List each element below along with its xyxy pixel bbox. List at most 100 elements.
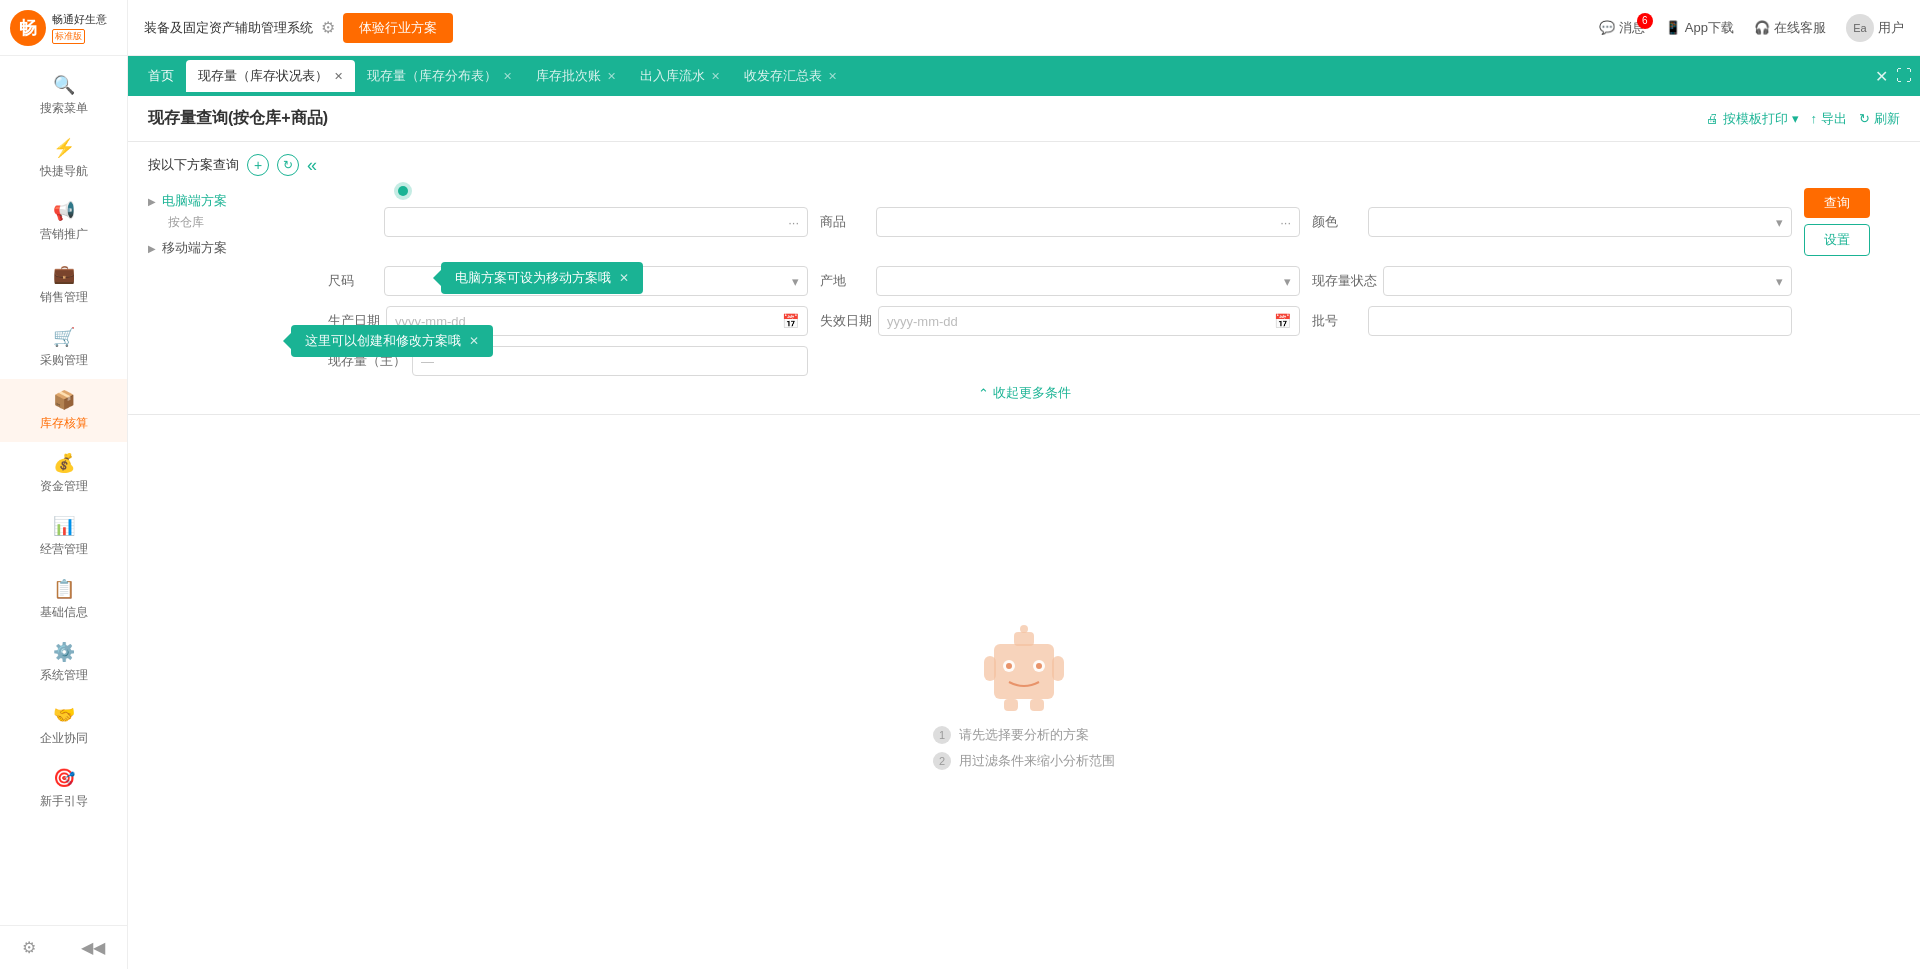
- tab-close-inout-flow[interactable]: ✕: [711, 70, 720, 83]
- basic-icon: 📋: [53, 578, 75, 600]
- svg-rect-3: [1004, 699, 1018, 711]
- warehouse-input-wrapper[interactable]: ···: [384, 207, 808, 237]
- origin-field: 产地 ▾: [820, 266, 1300, 296]
- operation-icon: 📊: [53, 515, 75, 537]
- sidebar-item-newbie[interactable]: 🎯 新手引导: [0, 757, 127, 820]
- sidebar-logo: 畅 畅通好生意 标准版: [0, 0, 127, 56]
- goods-label: 商品: [820, 213, 870, 231]
- topbar: 装备及固定资产辅助管理系统 ⚙ 体验行业方案 💬 消息 6 📱 App下载 🎧 …: [128, 0, 1920, 56]
- empty-state: 1 请先选择要分析的方案 2 用过滤条件来缩小分析范围: [128, 415, 1920, 969]
- sidebar-item-inventory[interactable]: 📦 库存核算: [0, 379, 127, 442]
- topbar-app-download[interactable]: 📱 App下载: [1665, 19, 1734, 37]
- tab-inventory-status[interactable]: 现存量（库存状况表） ✕: [186, 60, 355, 92]
- sidebar-item-purchase[interactable]: 🛒 采购管理: [0, 316, 127, 379]
- sidebar-item-operation[interactable]: 📊 经营管理: [0, 505, 127, 568]
- color-select-wrapper[interactable]: ▾: [1368, 207, 1792, 237]
- svg-point-7: [1006, 663, 1012, 669]
- empty-svg: [964, 614, 1084, 714]
- message-badge: 6: [1637, 13, 1653, 29]
- scheme-desktop[interactable]: ▶ 电脑端方案: [148, 188, 308, 214]
- reset-button[interactable]: 设置: [1804, 224, 1870, 256]
- collapse-button[interactable]: ⌃ 收起更多条件: [148, 376, 1900, 406]
- tab-batch-ledger[interactable]: 库存批次账 ✕: [524, 60, 628, 92]
- page-actions: 🖨 按模板打印 ▾ ↑ 导出 ↻ 刷新: [1706, 110, 1901, 128]
- sidebar-item-search[interactable]: 🔍 搜索菜单: [0, 64, 127, 127]
- filter-back-button[interactable]: «: [307, 155, 317, 176]
- expire-date-field: 失效日期 yyyy-mm-dd 📅: [820, 306, 1300, 336]
- goods-field: 商品 ···: [820, 207, 1300, 237]
- chevron-down-stock-status: ▾: [1776, 274, 1783, 289]
- filter-row-3: 生产日期 yyyy-mm-dd 📅 失效日期 yyyy-mm-dd 📅: [328, 306, 1900, 336]
- stock-status-select-wrapper[interactable]: ▾: [1383, 266, 1792, 296]
- tab-close-inventory-status[interactable]: ✕: [334, 70, 343, 83]
- expire-date-input-wrapper[interactable]: yyyy-mm-dd 📅: [878, 306, 1300, 336]
- tab-collect-summary[interactable]: 收发存汇总表 ✕: [732, 60, 849, 92]
- filter-row-4: 现存量（主） —: [328, 346, 1900, 376]
- tab-close-inventory-dist[interactable]: ✕: [503, 70, 512, 83]
- goods-input-wrapper[interactable]: ···: [876, 207, 1300, 237]
- svg-point-10: [1020, 625, 1028, 633]
- filter-add-button[interactable]: +: [247, 154, 269, 176]
- content-area: 现存量查询(按仓库+商品) 🖨 按模板打印 ▾ ↑ 导出 ↻ 刷新: [128, 96, 1920, 969]
- tab-close-all[interactable]: ✕: [1875, 67, 1888, 86]
- tab-close-batch-ledger[interactable]: ✕: [607, 70, 616, 83]
- tip-num-2: 2: [933, 752, 951, 770]
- warehouse-field: ···: [328, 207, 808, 237]
- scheme-mobile[interactable]: ▶ 移动端方案: [148, 235, 308, 261]
- quicknav-icon: ⚡: [53, 137, 75, 159]
- svg-rect-9: [1014, 632, 1034, 646]
- empty-illustration: [964, 614, 1084, 714]
- tabbar-right: ✕ ⛶: [1875, 67, 1912, 86]
- arrow-icon: ▶: [148, 196, 156, 207]
- tab-close-collect-summary[interactable]: ✕: [828, 70, 837, 83]
- filter-label: 按以下方案查询: [148, 156, 239, 174]
- logo-text: 畅通好生意 标准版: [52, 12, 107, 44]
- trial-button[interactable]: 体验行业方案: [343, 13, 453, 43]
- sidebar-item-finance[interactable]: 💰 资金管理: [0, 442, 127, 505]
- tab-fullscreen[interactable]: ⛶: [1896, 67, 1912, 85]
- topbar-settings-icon[interactable]: ⚙: [321, 18, 335, 37]
- message-icon: 💬: [1599, 20, 1615, 35]
- empty-tip-1: 1 请先选择要分析的方案: [933, 726, 1115, 744]
- template-print-button[interactable]: 🖨 按模板打印 ▾: [1706, 110, 1799, 128]
- sidebar-item-marketing[interactable]: 📢 营销推广: [0, 190, 127, 253]
- filter-refresh-button[interactable]: ↻: [277, 154, 299, 176]
- print-icon: 🖨: [1706, 111, 1719, 126]
- refresh-icon: ↻: [1859, 111, 1870, 126]
- tab-home[interactable]: 首页: [136, 67, 186, 85]
- sales-icon: 💼: [53, 263, 75, 285]
- refresh-button[interactable]: ↻ 刷新: [1859, 110, 1900, 128]
- topbar-support[interactable]: 🎧 在线客服: [1754, 19, 1826, 37]
- origin-select-wrapper[interactable]: ▾: [876, 266, 1300, 296]
- sidebar-bottom: ⚙ ◀◀: [0, 925, 127, 969]
- svg-rect-2: [1052, 656, 1064, 681]
- sidebar-item-sales[interactable]: 💼 销售管理: [0, 253, 127, 316]
- expire-date-label: 失效日期: [820, 312, 872, 330]
- filter-header: 按以下方案查询 + ↻ «: [148, 154, 1900, 176]
- sidebar-item-basic[interactable]: 📋 基础信息: [0, 568, 127, 631]
- topbar-user[interactable]: Ea 用户: [1846, 14, 1904, 42]
- sidebar-settings-btn[interactable]: ⚙: [22, 938, 36, 957]
- inventory-icon: 📦: [53, 389, 75, 411]
- export-button[interactable]: ↑ 导出: [1811, 110, 1848, 128]
- sidebar-collapse-btn[interactable]: ◀◀: [81, 938, 105, 957]
- search-button[interactable]: 查询: [1804, 188, 1870, 218]
- sidebar-item-system[interactable]: ⚙️ 系统管理: [0, 631, 127, 694]
- tab-inout-flow[interactable]: 出入库流水 ✕: [628, 60, 732, 92]
- tooltip-close-2[interactable]: ✕: [469, 334, 479, 348]
- logo-icon: 畅: [10, 10, 46, 46]
- origin-label: 产地: [820, 272, 870, 290]
- svg-rect-0: [994, 644, 1054, 699]
- system-name: 装备及固定资产辅助管理系统: [144, 19, 313, 37]
- sidebar-item-enterprise[interactable]: 🤝 企业协同: [0, 694, 127, 757]
- batch-input[interactable]: [1368, 306, 1792, 336]
- tip-num-1: 1: [933, 726, 951, 744]
- tooltip-close-1[interactable]: ✕: [619, 271, 629, 285]
- tab-inventory-dist[interactable]: 现存量（库存分布表） ✕: [355, 60, 524, 92]
- size-label: 尺码: [328, 272, 378, 290]
- sidebar-item-quicknav[interactable]: ⚡ 快捷导航: [0, 127, 127, 190]
- search-buttons: 查询 设置: [1804, 188, 1870, 256]
- sidebar-nav: 🔍 搜索菜单 ⚡ 快捷导航 📢 营销推广 💼 销售管理 🛒 采购管理 📦 库存核…: [0, 56, 127, 925]
- topbar-message[interactable]: 💬 消息 6: [1599, 19, 1645, 37]
- page-header: 现存量查询(按仓库+商品) 🖨 按模板打印 ▾ ↑ 导出 ↻ 刷新: [128, 96, 1920, 142]
